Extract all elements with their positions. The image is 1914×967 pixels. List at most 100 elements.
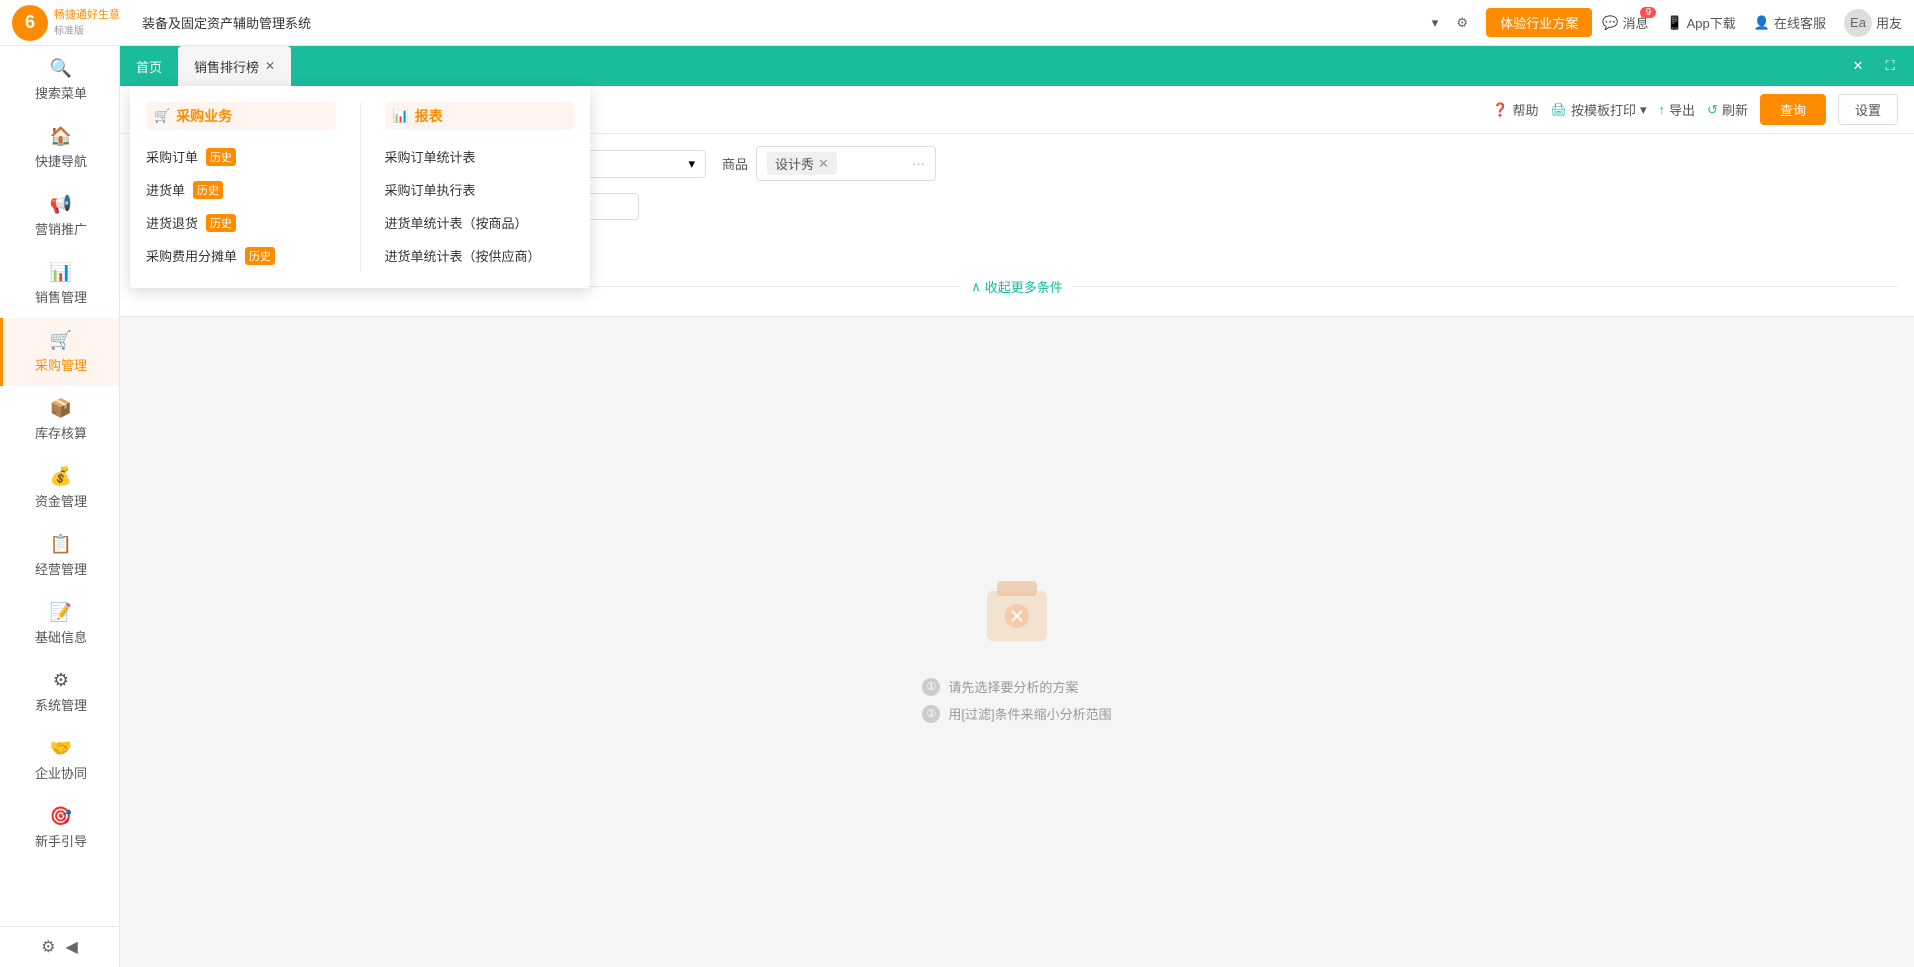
sidebar-item-finance[interactable]: 💰 资金管理: [0, 454, 119, 522]
report-col-header: 📊 报表: [385, 102, 575, 130]
sidebar-item-cooperation[interactable]: 🤝 企业协同: [0, 726, 119, 794]
goods-input[interactable]: 设计秀 ✕ ···: [756, 146, 936, 181]
menu-item-label-purchase-order: 采购订单: [146, 147, 198, 166]
sidebar-item-quick[interactable]: 🏠 快捷导航: [0, 114, 119, 182]
logo-icon: 6: [12, 5, 48, 41]
sidebar-item-purchase[interactable]: 🛒 采购管理: [0, 318, 119, 386]
topbar-dropdown[interactable]: ▾: [1432, 15, 1439, 31]
menu-item-label-stock-stat-supplier: 进货单统计表（按供应商）: [385, 246, 541, 265]
menu-item-label-purchase-order-stat: 采购订单统计表: [385, 147, 476, 166]
sidebar-item-guide[interactable]: 🎯 新手引导: [0, 794, 119, 862]
menu-item-stock-in[interactable]: 进货单 历史: [146, 173, 336, 206]
app-download-btn[interactable]: 📱 App下载: [1666, 13, 1735, 32]
stock-return-badge: 历史: [206, 214, 236, 232]
app-label: App下载: [1687, 13, 1736, 32]
export-icon: ↑: [1659, 102, 1666, 117]
logo-text: 畅捷通好生意: [54, 8, 120, 22]
menu-item-purchase-order-exec[interactable]: 采购订单执行表: [385, 173, 575, 206]
message-icon: 💬: [1602, 15, 1618, 31]
help-icon: ❓: [1492, 102, 1508, 118]
service-btn[interactable]: 👤 在线客服: [1754, 13, 1826, 32]
sidebar-label-system: 系统管理: [35, 695, 87, 714]
tab-sales-rank-label: 销售排行榜: [194, 57, 259, 76]
goods-tag-text: 设计秀: [775, 154, 814, 173]
sidebar-label-marketing: 营销推广: [35, 219, 87, 238]
basic-icon: 📝: [50, 602, 72, 623]
system-icon: ⚙: [53, 670, 69, 691]
message-badge: 9: [1640, 7, 1656, 18]
topbar-settings-icon[interactable]: ⚙: [1448, 9, 1476, 37]
export-btn[interactable]: ↑ 导出: [1659, 100, 1696, 119]
sidebar-item-marketing[interactable]: 📢 营销推广: [0, 182, 119, 250]
sidebar-label-finance: 资金管理: [35, 491, 87, 510]
tab-sales-rank[interactable]: 销售排行榜 ✕: [178, 46, 291, 86]
menu-item-stock-stat-supplier[interactable]: 进货单统计表（按供应商）: [385, 239, 575, 272]
filter-divider-right: [1073, 286, 1898, 287]
report-col-icon: 📊: [393, 108, 409, 124]
filter-goods: 商品 设计秀 ✕ ···: [722, 146, 936, 181]
sidebar-item-basic[interactable]: 📝 基础信息: [0, 590, 119, 658]
sidebar-item-inventory[interactable]: 📦 库存核算: [0, 386, 119, 454]
collapse-up-icon: ∧: [971, 279, 981, 295]
refresh-btn[interactable]: ↺ 刷新: [1707, 100, 1748, 119]
menu-item-stock-return[interactable]: 进货退货 历史: [146, 206, 336, 239]
goods-dots[interactable]: ···: [912, 156, 925, 171]
menu-item-purchase-expense[interactable]: 采购费用分摊单 历史: [146, 239, 336, 272]
message-btn[interactable]: 💬 消息 9: [1602, 13, 1648, 32]
sidebar-item-system[interactable]: ⚙ 系统管理: [0, 658, 119, 726]
print-dropdown-icon: ▾: [1640, 102, 1647, 118]
service-icon: 👤: [1754, 15, 1770, 31]
purchase-col-icon: 🛒: [154, 108, 170, 124]
purchase-dropdown-menu: 🛒 采购业务 采购订单 历史 进货单 历史 进货退货 历史 采购费用分摊单 历史…: [130, 86, 590, 288]
user-label: 用友: [1876, 13, 1902, 32]
avatar: Ea: [1844, 9, 1872, 37]
menu-item-label-purchase-expense: 采购费用分摊单: [146, 246, 237, 265]
help-label: 帮助: [1512, 100, 1538, 119]
purchase-col-title: 采购业务: [176, 106, 232, 126]
menu-item-purchase-order[interactable]: 采购订单 历史: [146, 140, 336, 173]
search-icon: 🔍: [50, 58, 72, 79]
tip2-num: ②: [922, 705, 940, 723]
dropdown-arrow-icon: ▾: [1432, 15, 1439, 31]
tab-close-all-btn[interactable]: ✕: [1844, 52, 1872, 80]
marketing-icon: 📢: [50, 194, 72, 215]
sidebar-settings-btn[interactable]: ⚙: [41, 937, 55, 957]
empty-tips: ① 请先选择要分析的方案 ② 用[过滤]条件来缩小分析范围: [922, 677, 1111, 723]
system-title: 装备及固定资产辅助管理系统: [142, 13, 1422, 32]
tab-close-icon[interactable]: ✕: [265, 59, 275, 73]
query-btn[interactable]: 查询: [1760, 94, 1826, 125]
collapse-btn[interactable]: ∧ 收起更多条件: [971, 269, 1063, 304]
sidebar-item-sales[interactable]: 📊 销售管理: [0, 250, 119, 318]
print-icon: 🖨: [1550, 102, 1567, 118]
print-btn[interactable]: 🖨 按模板打印 ▾: [1550, 100, 1646, 119]
goods-tag-close-icon[interactable]: ✕: [818, 156, 829, 172]
sidebar-bottom: ⚙ ◀: [0, 926, 119, 967]
tab-bar: 首页 销售排行榜 ✕ ✕ ⛶: [120, 46, 1914, 86]
menu-item-purchase-order-stat[interactable]: 采购订单统计表: [385, 140, 575, 173]
logo-sub: 标准版: [54, 22, 120, 37]
sidebar-label-sales: 销售管理: [35, 287, 87, 306]
menu-item-label-stock-in: 进货单: [146, 180, 185, 199]
industry-btn[interactable]: 体验行业方案: [1486, 8, 1592, 37]
sidebar-label-basic: 基础信息: [35, 627, 87, 646]
sidebar-label-operation: 经营管理: [35, 559, 87, 578]
user-btn[interactable]: Ea 用友: [1844, 9, 1902, 37]
topbar: 6 畅捷通好生意 标准版 装备及固定资产辅助管理系统 ▾ ⚙ 体验行业方案 💬 …: [0, 0, 1914, 46]
tab-bar-right: ✕ ⛶: [1844, 52, 1914, 80]
tab-expand-btn[interactable]: ⛶: [1876, 52, 1904, 80]
goods-label: 商品: [722, 154, 748, 173]
voucher-status-dropdown-icon: ▾: [688, 156, 695, 172]
tab-home[interactable]: 首页: [120, 46, 178, 86]
sidebar-collapse-btn[interactable]: ◀: [66, 937, 78, 957]
sidebar-item-search[interactable]: 🔍 搜索菜单: [0, 46, 119, 114]
menu-item-stock-stat-goods[interactable]: 进货单统计表（按商品）: [385, 206, 575, 239]
purchase-order-badge: 历史: [206, 148, 236, 166]
sidebar-item-operation[interactable]: 📋 经营管理: [0, 522, 119, 590]
purchase-expense-badge: 历史: [245, 247, 275, 265]
inventory-icon: 📦: [50, 398, 72, 419]
logo-area: 6 畅捷通好生意 标准版: [12, 5, 132, 41]
sidebar-label-inventory: 库存核算: [35, 423, 87, 442]
settings-btn[interactable]: 设置: [1838, 94, 1898, 125]
refresh-label: 刷新: [1722, 100, 1748, 119]
help-btn[interactable]: ❓ 帮助: [1492, 100, 1538, 119]
